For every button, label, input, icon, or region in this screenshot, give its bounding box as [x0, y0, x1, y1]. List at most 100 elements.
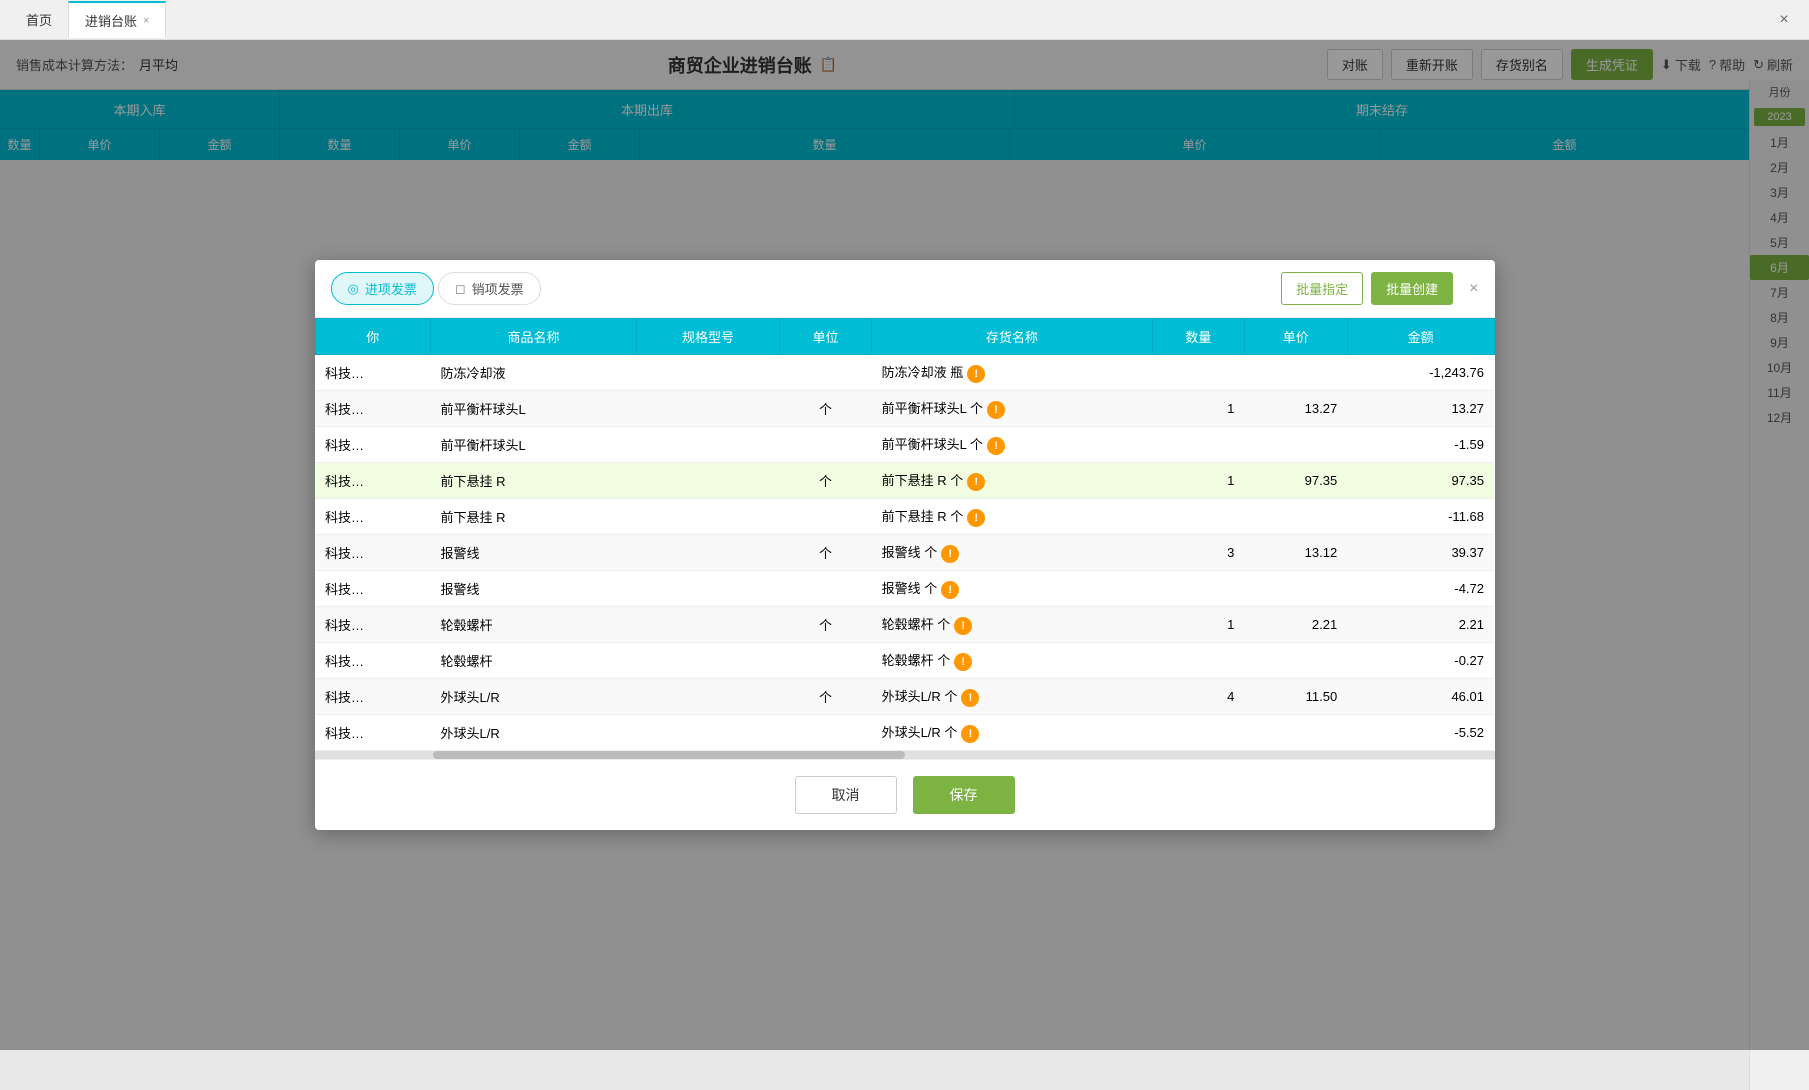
product-name-cell: 报警线: [431, 571, 637, 607]
unit-cell: [780, 499, 872, 535]
spec-cell: [637, 427, 780, 463]
warning-icon: !: [941, 581, 959, 599]
warning-icon: !: [967, 365, 985, 383]
spec-cell: [637, 535, 780, 571]
unit-price-cell: 97.35: [1244, 463, 1347, 499]
warning-icon: !: [987, 437, 1005, 455]
inventory-cell: 轮毂螺杆 个!: [872, 643, 1153, 679]
amount-cell: -11.68: [1347, 499, 1494, 535]
modal-footer: 取消 保存: [315, 759, 1495, 830]
qty-cell: [1152, 355, 1244, 391]
spec-cell: [637, 643, 780, 679]
inventory-cell: 前下悬挂 R 个!: [872, 499, 1153, 535]
col-qty: 数量: [1152, 319, 1244, 355]
inventory-cell: 前下悬挂 R 个!: [872, 463, 1153, 499]
col-unit: 单位: [780, 319, 872, 355]
unit-price-cell: 13.27: [1244, 391, 1347, 427]
amount-cell: 46.01: [1347, 679, 1494, 715]
col-product-name: 商品名称: [431, 319, 637, 355]
warning-icon: !: [967, 509, 985, 527]
window-close-button[interactable]: ×: [1769, 5, 1799, 35]
table-row: 科技… 前下悬挂 R 个 前下悬挂 R 个! 1 97.35 97.35: [315, 463, 1494, 499]
table-row: 科技… 报警线 个 报警线 个! 3 13.12 39.37: [315, 535, 1494, 571]
qty-cell: 4: [1152, 679, 1244, 715]
company-cell: 科技…: [315, 391, 431, 427]
batch-assign-button[interactable]: 批量指定: [1281, 272, 1363, 305]
table-row: 科技… 前平衡杆球头L 个 前平衡杆球头L 个! 1 13.27 13.27: [315, 391, 1494, 427]
batch-create-button[interactable]: 批量创建: [1371, 272, 1453, 305]
modal-header-buttons: 批量指定 批量创建: [1281, 272, 1453, 305]
sales-icon: ◻: [455, 281, 466, 297]
unit-cell: [780, 643, 872, 679]
table-row: 科技… 前平衡杆球头L 前平衡杆球头L 个! -1.59: [315, 427, 1494, 463]
modal-tabs: ◎ 进项发票 ◻ 销项发票: [331, 272, 541, 305]
spec-cell: [637, 391, 780, 427]
amount-cell: 39.37: [1347, 535, 1494, 571]
table-row: 科技… 外球头L/R 个 外球头L/R 个! 4 11.50 46.01: [315, 679, 1494, 715]
product-name-cell: 前平衡杆球头L: [431, 391, 637, 427]
inventory-cell: 前平衡杆球头L 个!: [872, 391, 1153, 427]
inventory-cell: 外球头L/R 个!: [872, 679, 1153, 715]
warning-icon: !: [954, 617, 972, 635]
cancel-button[interactable]: 取消: [795, 776, 897, 814]
company-cell: 科技…: [315, 607, 431, 643]
spec-cell: [637, 679, 780, 715]
unit-price-cell: [1244, 643, 1347, 679]
col-spec: 规格型号: [637, 319, 780, 355]
amount-cell: -1,243.76: [1347, 355, 1494, 391]
warning-icon: !: [987, 401, 1005, 419]
product-name-cell: 前下悬挂 R: [431, 499, 637, 535]
qty-cell: 1: [1152, 607, 1244, 643]
company-cell: 科技…: [315, 715, 431, 751]
inventory-cell: 报警线 个!: [872, 535, 1153, 571]
modal-close-icon[interactable]: ×: [1469, 280, 1478, 298]
unit-price-cell: 13.12: [1244, 535, 1347, 571]
unit-cell: 个: [780, 391, 872, 427]
amount-cell: 2.21: [1347, 607, 1494, 643]
tab-close-icon[interactable]: ×: [143, 15, 149, 27]
unit-cell: [780, 571, 872, 607]
qty-cell: 1: [1152, 463, 1244, 499]
qty-cell: [1152, 643, 1244, 679]
company-cell: 科技…: [315, 463, 431, 499]
company-cell: 科技…: [315, 427, 431, 463]
tab-purchase-invoice[interactable]: ◎ 进项发票: [331, 272, 434, 305]
unit-cell: 个: [780, 607, 872, 643]
save-button[interactable]: 保存: [913, 776, 1015, 814]
unit-cell: 个: [780, 463, 872, 499]
qty-cell: [1152, 427, 1244, 463]
unit-cell: [780, 355, 872, 391]
tab-bar: 首页 进销台账 × ×: [0, 0, 1809, 40]
product-name-cell: 防冻冷却液: [431, 355, 637, 391]
unit-price-cell: [1244, 499, 1347, 535]
product-name-cell: 轮毂螺杆: [431, 643, 637, 679]
spec-cell: [637, 607, 780, 643]
company-cell: 科技…: [315, 643, 431, 679]
amount-cell: -4.72: [1347, 571, 1494, 607]
unit-price-cell: 2.21: [1244, 607, 1347, 643]
tab-sales-invoice[interactable]: ◻ 销项发票: [438, 272, 541, 305]
amount-cell: -5.52: [1347, 715, 1494, 751]
warning-icon: !: [961, 689, 979, 707]
warning-icon: !: [954, 653, 972, 671]
unit-cell: 个: [780, 535, 872, 571]
tab-active[interactable]: 进销台账 ×: [68, 1, 166, 38]
table-row: 科技… 报警线 报警线 个! -4.72: [315, 571, 1494, 607]
unit-cell: [780, 715, 872, 751]
table-row: 科技… 外球头L/R 外球头L/R 个! -5.52: [315, 715, 1494, 751]
unit-cell: 个: [780, 679, 872, 715]
company-cell: 科技…: [315, 679, 431, 715]
inventory-cell: 前平衡杆球头L 个!: [872, 427, 1153, 463]
qty-cell: 3: [1152, 535, 1244, 571]
horizontal-scrollbar[interactable]: [315, 751, 1495, 759]
inventory-cell: 轮毂螺杆 个!: [872, 607, 1153, 643]
amount-cell: 97.35: [1347, 463, 1494, 499]
tab-home[interactable]: 首页: [10, 2, 68, 37]
spec-cell: [637, 463, 780, 499]
company-cell: 科技…: [315, 499, 431, 535]
unit-cell: [780, 427, 872, 463]
modal-dialog: ◎ 进项发票 ◻ 销项发票 批量指定 批量创建 ×: [315, 260, 1495, 830]
spec-cell: [637, 571, 780, 607]
product-name-cell: 前平衡杆球头L: [431, 427, 637, 463]
table-row: 科技… 防冻冷却液 防冻冷却液 瓶! -1,243.76: [315, 355, 1494, 391]
